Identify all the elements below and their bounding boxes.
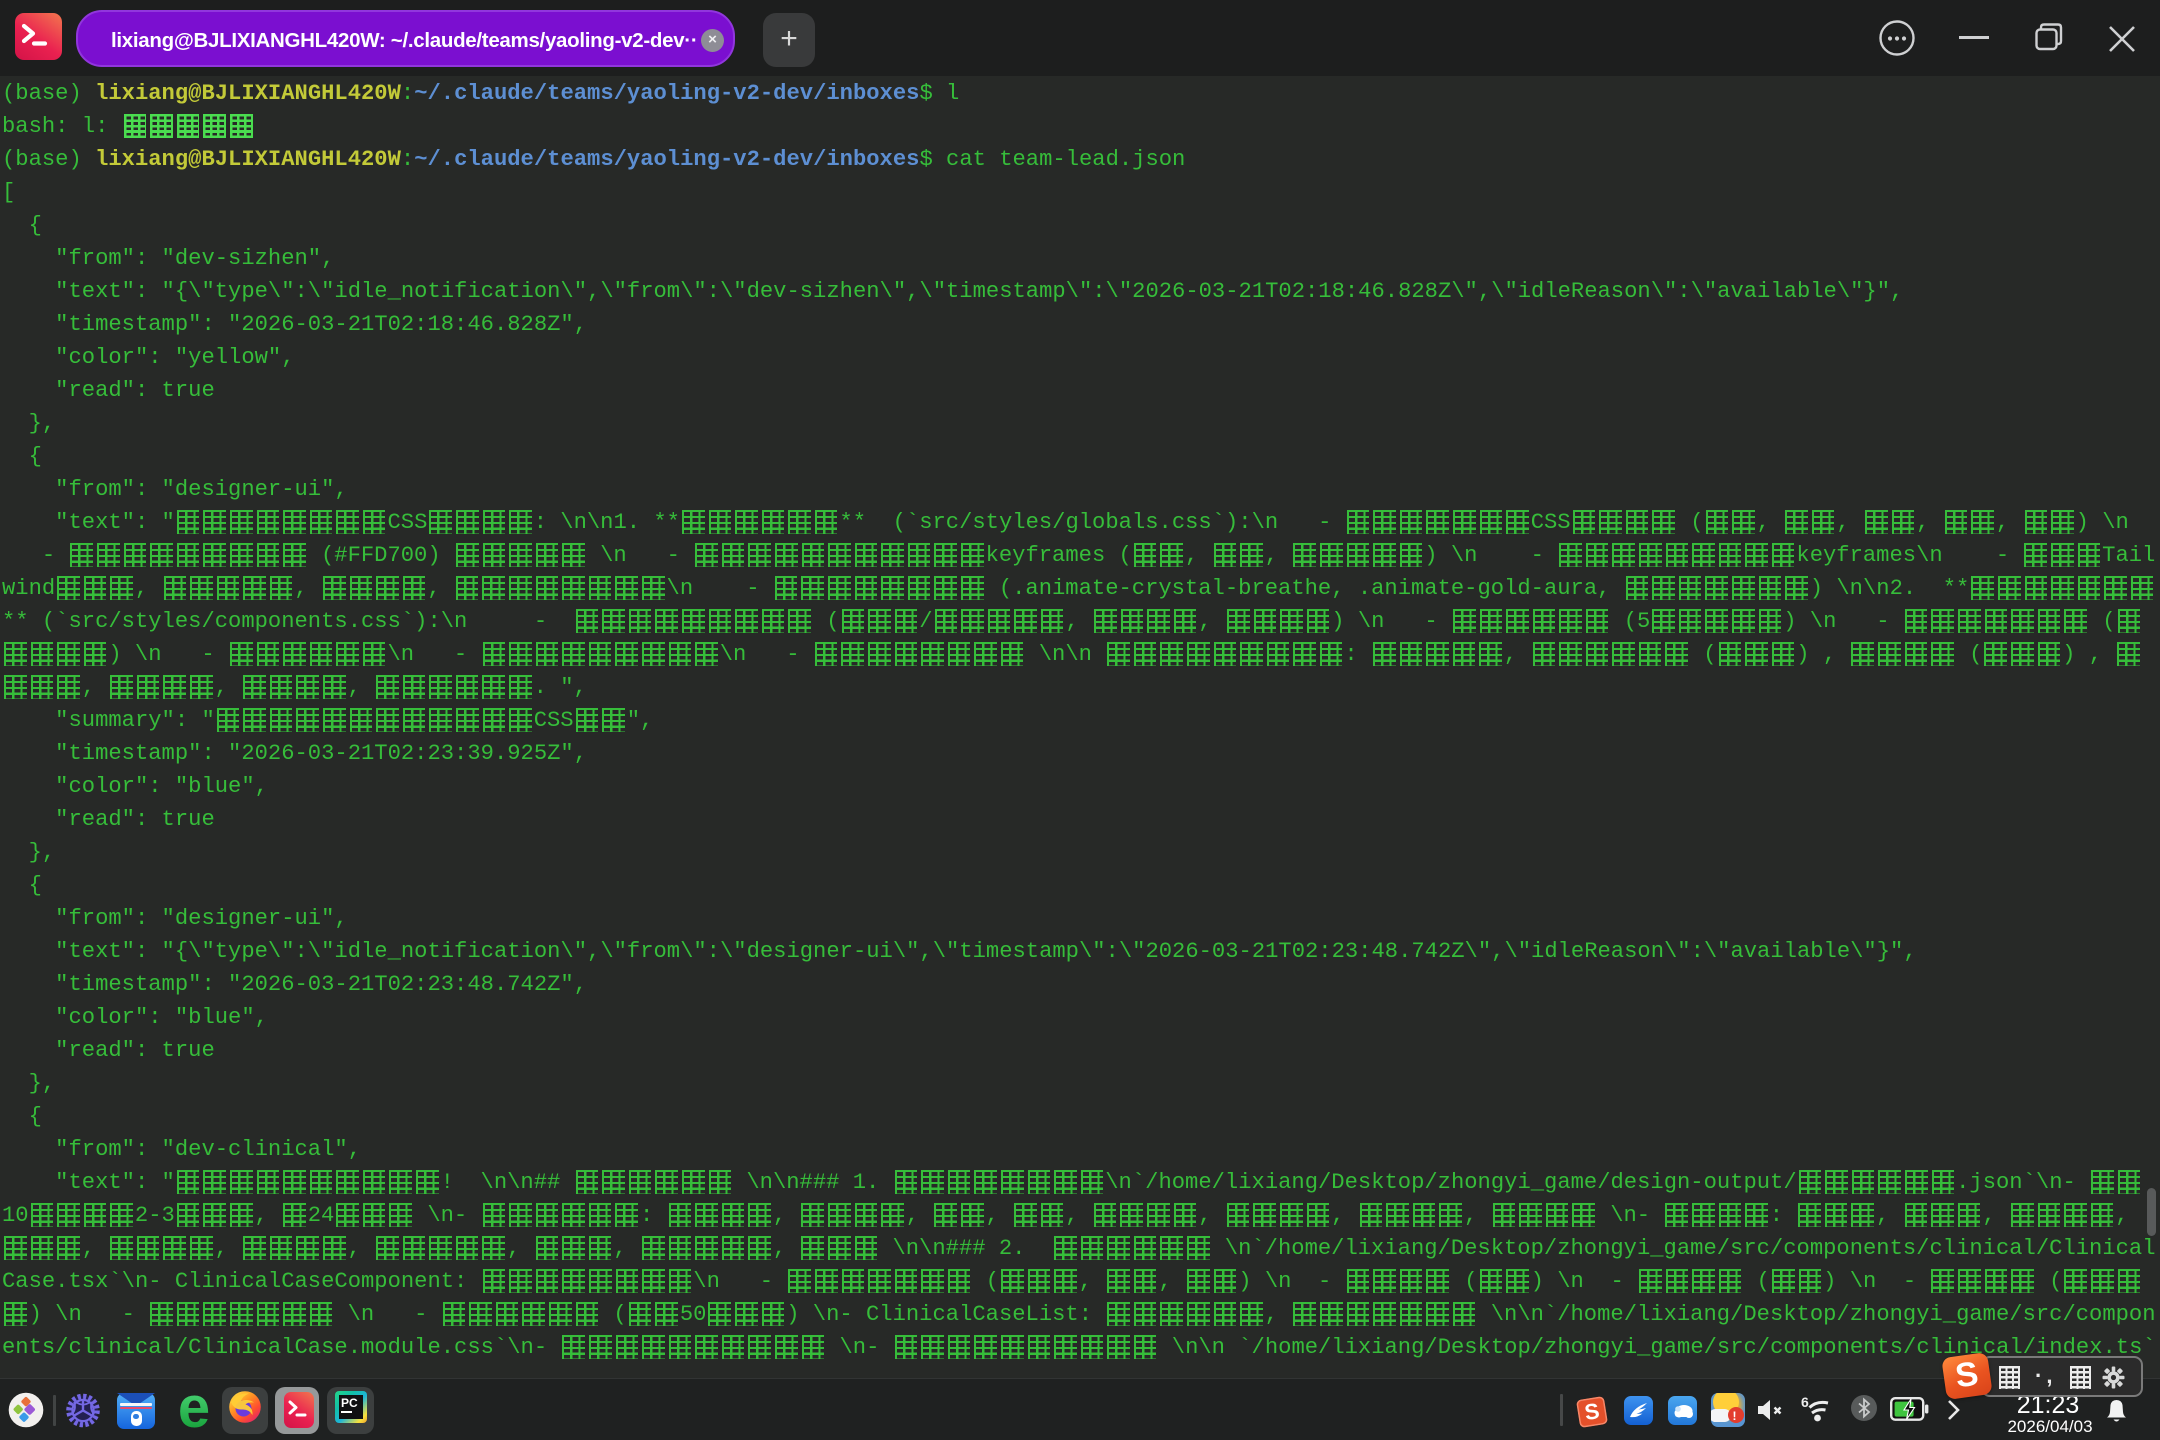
svg-text:6: 6 bbox=[1801, 1396, 1809, 1410]
